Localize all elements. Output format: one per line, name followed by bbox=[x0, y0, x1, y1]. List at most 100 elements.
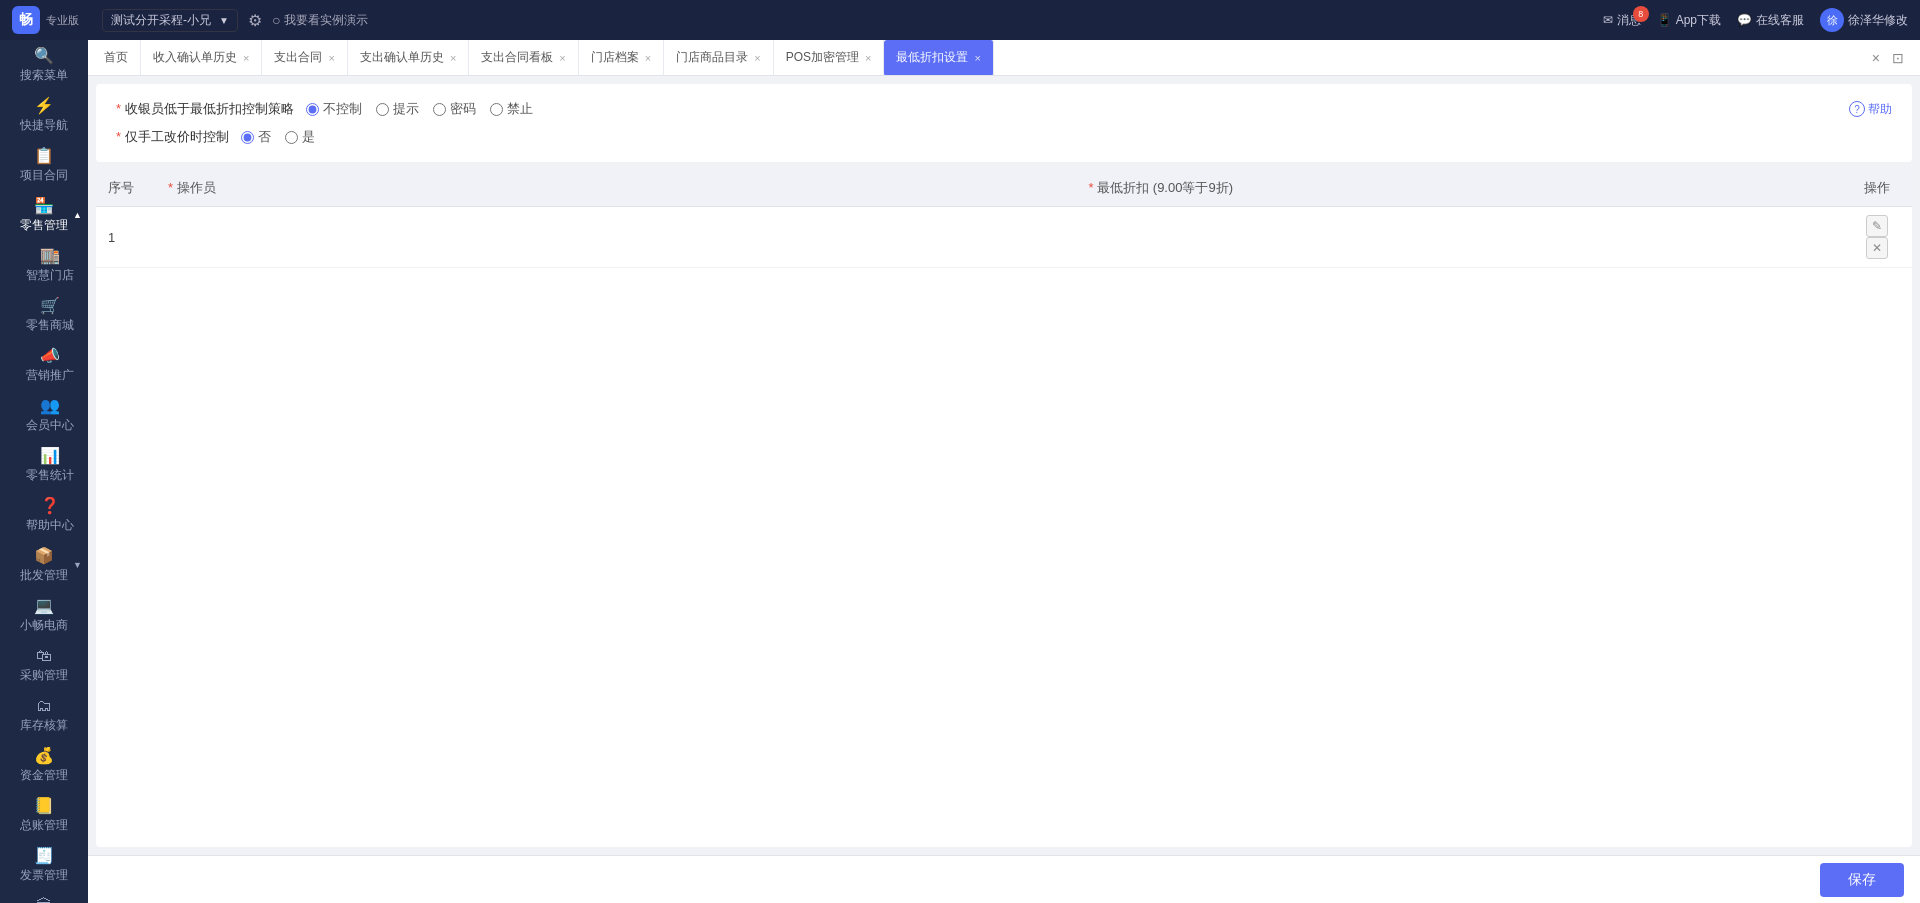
fund-icon: 💰 bbox=[34, 746, 54, 765]
edit-row-button[interactable]: ✎ bbox=[1866, 215, 1888, 237]
tab-close-icon[interactable]: × bbox=[450, 52, 456, 64]
sidebar-item-smart-store[interactable]: 🏬 智慧门店 bbox=[0, 240, 88, 290]
radio-forbid[interactable]: 禁止 bbox=[490, 100, 533, 118]
radio-forbid-label: 禁止 bbox=[507, 100, 533, 118]
sidebar-item-tax-mgmt[interactable]: 🏛 税务管理 bbox=[0, 890, 88, 903]
data-table: 序号 * 操作员 * 最低折扣 (9.00等于9折) 操作 1 bbox=[96, 170, 1912, 268]
tab-payment-confirm-history[interactable]: 支出确认单历史 × bbox=[348, 40, 469, 76]
project-selector[interactable]: 测试分开采程-小兄 ▼ bbox=[102, 9, 238, 32]
tab-label: POS加密管理 bbox=[786, 49, 859, 66]
tab-close-icon[interactable]: × bbox=[865, 52, 871, 64]
tab-label: 支出合同 bbox=[274, 49, 322, 66]
tab-home[interactable]: 首页 bbox=[92, 40, 141, 76]
messages-badge: 8 bbox=[1633, 6, 1649, 22]
logo-icon: 畅 bbox=[12, 6, 40, 34]
sidebar-item-retail-mgmt[interactable]: 🏪 零售管理 bbox=[0, 190, 88, 240]
app-download-button[interactable]: 📱 App下载 bbox=[1657, 12, 1721, 29]
tab-close-icon[interactable]: × bbox=[754, 52, 760, 64]
sidebar-item-label: 零售管理 bbox=[20, 218, 68, 234]
sidebar-item-retail-mall[interactable]: 🛒 零售商城 bbox=[0, 290, 88, 340]
radio-manual-no-input[interactable] bbox=[241, 131, 254, 144]
sidebar-item-purchase-mgmt[interactable]: 🛍 采购管理 bbox=[0, 640, 88, 690]
tab-payment-board[interactable]: 支出合同看板 × bbox=[469, 40, 578, 76]
radio-no-control-label: 不控制 bbox=[323, 100, 362, 118]
quicknav-icon: ⚡ bbox=[34, 96, 54, 115]
radio-manual-yes-label: 是 bbox=[302, 128, 315, 146]
sidebar-item-ecommerce[interactable]: 💻 小畅电商 bbox=[0, 590, 88, 640]
project-name: 测试分开采程-小兄 bbox=[111, 12, 211, 29]
demo-link[interactable]: 我要看实例演示 bbox=[272, 12, 368, 29]
tab-pos-password[interactable]: POS加密管理 × bbox=[774, 40, 885, 76]
message-icon: ✉ bbox=[1603, 13, 1613, 27]
tab-maximize-button[interactable]: ⊡ bbox=[1888, 48, 1908, 68]
radio-prompt[interactable]: 提示 bbox=[376, 100, 419, 118]
sidebar-item-search[interactable]: 🔍 搜索菜单 bbox=[0, 40, 88, 90]
tab-close-icon[interactable]: × bbox=[645, 52, 651, 64]
sidebar-item-project-contract[interactable]: 📋 项目合同 bbox=[0, 140, 88, 190]
sidebar-item-retail-stats[interactable]: 📊 零售统计 bbox=[0, 440, 88, 490]
radio-forbid-input[interactable] bbox=[490, 103, 503, 116]
tab-min-discount[interactable]: 最低折扣设置 × bbox=[884, 40, 993, 76]
tab-label: 支出确认单历史 bbox=[360, 49, 444, 66]
radio-manual-no[interactable]: 否 bbox=[241, 128, 271, 146]
sidebar-item-general-ledger[interactable]: 📒 总账管理 bbox=[0, 790, 88, 840]
tab-close-icon[interactable]: × bbox=[974, 52, 980, 64]
tab-close-icon[interactable]: × bbox=[243, 52, 249, 64]
sidebar-item-invoice-mgmt[interactable]: 🧾 发票管理 bbox=[0, 840, 88, 890]
radio-no-control[interactable]: 不控制 bbox=[306, 100, 362, 118]
radio-no-control-input[interactable] bbox=[306, 103, 319, 116]
help-text: 帮助 bbox=[1868, 101, 1892, 118]
delete-row-button[interactable]: ✕ bbox=[1866, 237, 1888, 259]
form-section: 收银员低于最低折扣控制策略 不控制 提示 密码 bbox=[96, 84, 1912, 162]
messages-button[interactable]: ✉ 消息 8 bbox=[1603, 12, 1641, 29]
sidebar-item-label: 项目合同 bbox=[20, 168, 68, 184]
sidebar-item-label: 零售商城 bbox=[26, 318, 74, 334]
mall-icon: 🛒 bbox=[40, 296, 60, 315]
sidebar-item-inventory[interactable]: 🗂 库存核算 bbox=[0, 690, 88, 740]
sidebar-item-member-center[interactable]: 👥 会员中心 bbox=[0, 390, 88, 440]
sidebar-item-help-center[interactable]: ❓ 帮助中心 bbox=[0, 490, 88, 540]
radio-manual-yes[interactable]: 是 bbox=[285, 128, 315, 146]
sidebar-item-label: 零售统计 bbox=[26, 468, 74, 484]
help-link[interactable]: 帮助 bbox=[1849, 101, 1892, 118]
tab-label: 收入确认单历史 bbox=[153, 49, 237, 66]
online-service-button[interactable]: 💬 在线客服 bbox=[1737, 12, 1804, 29]
tab-payment-contract[interactable]: 支出合同 × bbox=[262, 40, 347, 76]
cell-min-discount bbox=[1077, 207, 1852, 268]
user-menu-button[interactable]: 徐 徐泽华修改 bbox=[1820, 8, 1908, 32]
bottom-bar: 保存 bbox=[88, 855, 1920, 903]
sidebar-item-label: 发票管理 bbox=[20, 868, 68, 884]
radio-password[interactable]: 密码 bbox=[433, 100, 476, 118]
settings-icon[interactable]: ⚙ bbox=[248, 11, 262, 30]
sidebar-item-label: 会员中心 bbox=[26, 418, 74, 434]
sidebar-item-label: 搜索菜单 bbox=[20, 68, 68, 84]
manual-price-row: 仅手工改价时控制 否 是 bbox=[116, 128, 1892, 146]
tab-store-file[interactable]: 门店档案 × bbox=[579, 40, 664, 76]
ecommerce-icon: 💻 bbox=[34, 596, 54, 615]
tab-store-product-catalog[interactable]: 门店商品目录 × bbox=[664, 40, 773, 76]
radio-manual-yes-input[interactable] bbox=[285, 131, 298, 144]
tab-close-icon[interactable]: × bbox=[328, 52, 334, 64]
tax-icon: 🏛 bbox=[36, 897, 52, 903]
demo-text: 我要看实例演示 bbox=[284, 12, 368, 29]
sidebar-item-fund-mgmt[interactable]: 💰 资金管理 bbox=[0, 740, 88, 790]
sidebar-item-wholesale-mgmt[interactable]: 📦 批发管理 bbox=[0, 540, 88, 590]
radio-prompt-input[interactable] bbox=[376, 103, 389, 116]
purchase-icon: 🛍 bbox=[36, 647, 52, 665]
col-actions-header: 操作 bbox=[1852, 170, 1912, 207]
tab-close-icon[interactable]: × bbox=[559, 52, 565, 64]
user-name: 徐泽华修改 bbox=[1848, 12, 1908, 29]
sidebar-item-marketing[interactable]: 📣 营销推广 bbox=[0, 340, 88, 390]
radio-password-label: 密码 bbox=[450, 100, 476, 118]
tab-close-current-button[interactable]: × bbox=[1868, 48, 1884, 68]
search-icon: 🔍 bbox=[34, 46, 54, 65]
save-button[interactable]: 保存 bbox=[1820, 863, 1904, 897]
tabbar-actions: × ⊡ bbox=[1860, 48, 1916, 68]
sidebar-item-quicknav[interactable]: ⚡ 快捷导航 bbox=[0, 90, 88, 140]
manual-price-label: 仅手工改价时控制 bbox=[116, 128, 229, 146]
retail-icon: 🏪 bbox=[34, 196, 54, 215]
sidebar-item-label: 库存核算 bbox=[20, 718, 68, 734]
sidebar-item-label: 智慧门店 bbox=[26, 268, 74, 284]
radio-password-input[interactable] bbox=[433, 103, 446, 116]
tab-income-history[interactable]: 收入确认单历史 × bbox=[141, 40, 262, 76]
